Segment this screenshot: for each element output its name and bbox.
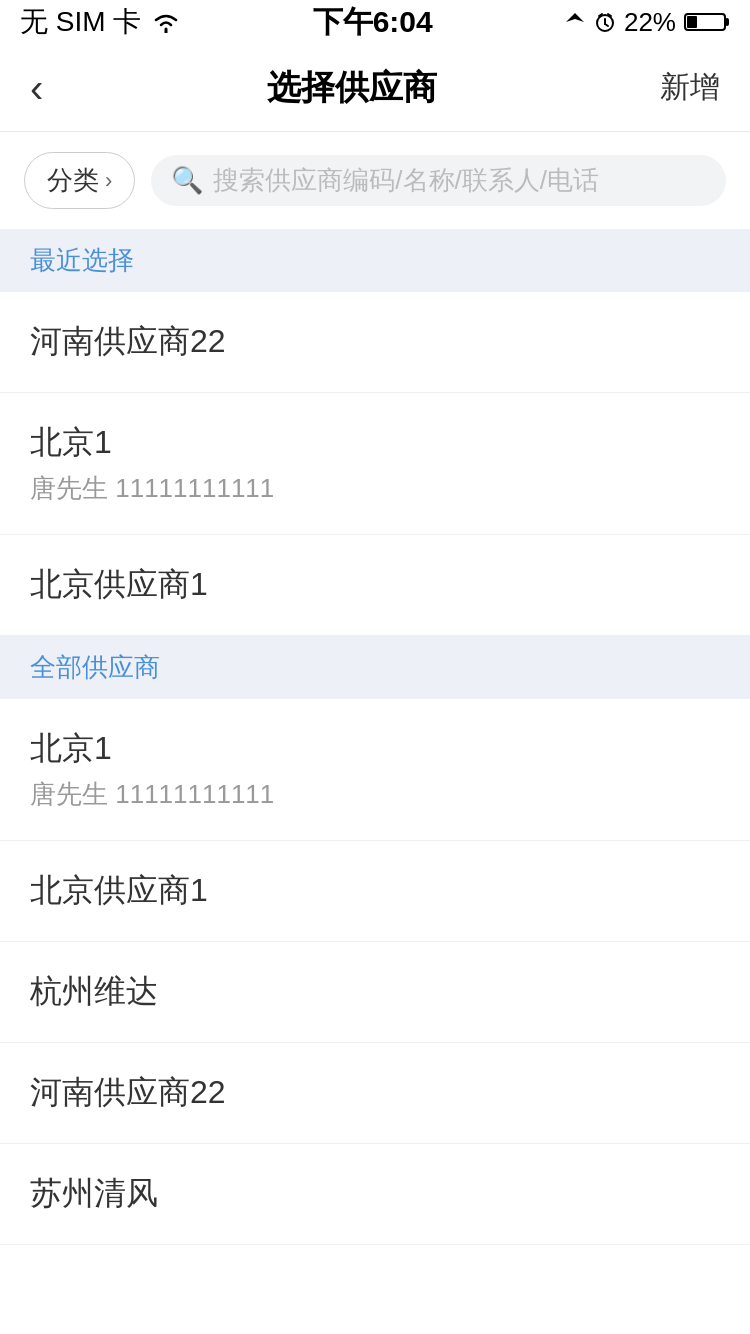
back-button[interactable]: ‹ (30, 68, 43, 108)
recent-section-header: 最近选择 (0, 229, 750, 292)
list-item[interactable]: 杭州维达 (0, 942, 750, 1043)
search-input[interactable] (213, 165, 706, 196)
battery-text: 22% (624, 7, 676, 38)
recent-section-label: 最近选择 (30, 245, 134, 275)
status-bar: 无 SIM 卡 下午6:04 22% (0, 0, 750, 44)
search-icon: 🔍 (171, 165, 203, 196)
item-name: 北京供应商1 (30, 869, 720, 913)
filter-bar: 分类 › 🔍 (0, 132, 750, 229)
list-item[interactable]: 北京1 唐先生 11111111111 (0, 699, 750, 841)
no-sim-text: 无 SIM 卡 (20, 3, 141, 41)
add-button[interactable]: 新增 (660, 67, 720, 108)
location-icon (564, 11, 586, 33)
alarm-icon (594, 11, 616, 33)
chevron-right-icon: › (105, 168, 112, 194)
item-name: 北京供应商1 (30, 563, 720, 607)
category-label: 分类 (47, 163, 99, 198)
list-item[interactable]: 北京供应商1 (0, 841, 750, 942)
wifi-icon (151, 11, 181, 33)
recent-items-list: 河南供应商22 北京1 唐先生 11111111111 北京供应商1 (0, 292, 750, 636)
list-item[interactable]: 河南供应商22 (0, 1043, 750, 1144)
status-left: 无 SIM 卡 (20, 3, 181, 41)
item-name: 北京1 (30, 727, 720, 771)
item-name: 河南供应商22 (30, 1071, 720, 1115)
status-time: 下午6:04 (313, 2, 433, 43)
list-item[interactable]: 北京供应商1 (0, 535, 750, 636)
list-item[interactable]: 苏州清风 (0, 1144, 750, 1245)
item-sub: 唐先生 11111111111 (30, 777, 720, 812)
item-name: 杭州维达 (30, 970, 720, 1014)
all-section-label: 全部供应商 (30, 652, 160, 682)
svg-rect-5 (687, 16, 697, 28)
list-item[interactable]: 北京1 唐先生 11111111111 (0, 393, 750, 535)
list-item[interactable]: 河南供应商22 (0, 292, 750, 393)
item-sub: 唐先生 11111111111 (30, 471, 720, 506)
status-right: 22% (564, 7, 730, 38)
item-name: 河南供应商22 (30, 320, 720, 364)
svg-rect-4 (725, 18, 729, 26)
nav-bar: ‹ 选择供应商 新增 (0, 44, 750, 132)
item-name: 苏州清风 (30, 1172, 720, 1216)
battery-icon (684, 11, 730, 33)
search-box: 🔍 (151, 155, 726, 206)
all-section-header: 全部供应商 (0, 636, 750, 699)
svg-line-2 (605, 24, 608, 26)
all-items-list: 北京1 唐先生 11111111111 北京供应商1 杭州维达河南供应商22 苏州清风 (0, 699, 750, 1245)
item-name: 北京1 (30, 421, 720, 465)
category-button[interactable]: 分类 › (24, 152, 135, 209)
page-title: 选择供应商 (267, 65, 437, 111)
